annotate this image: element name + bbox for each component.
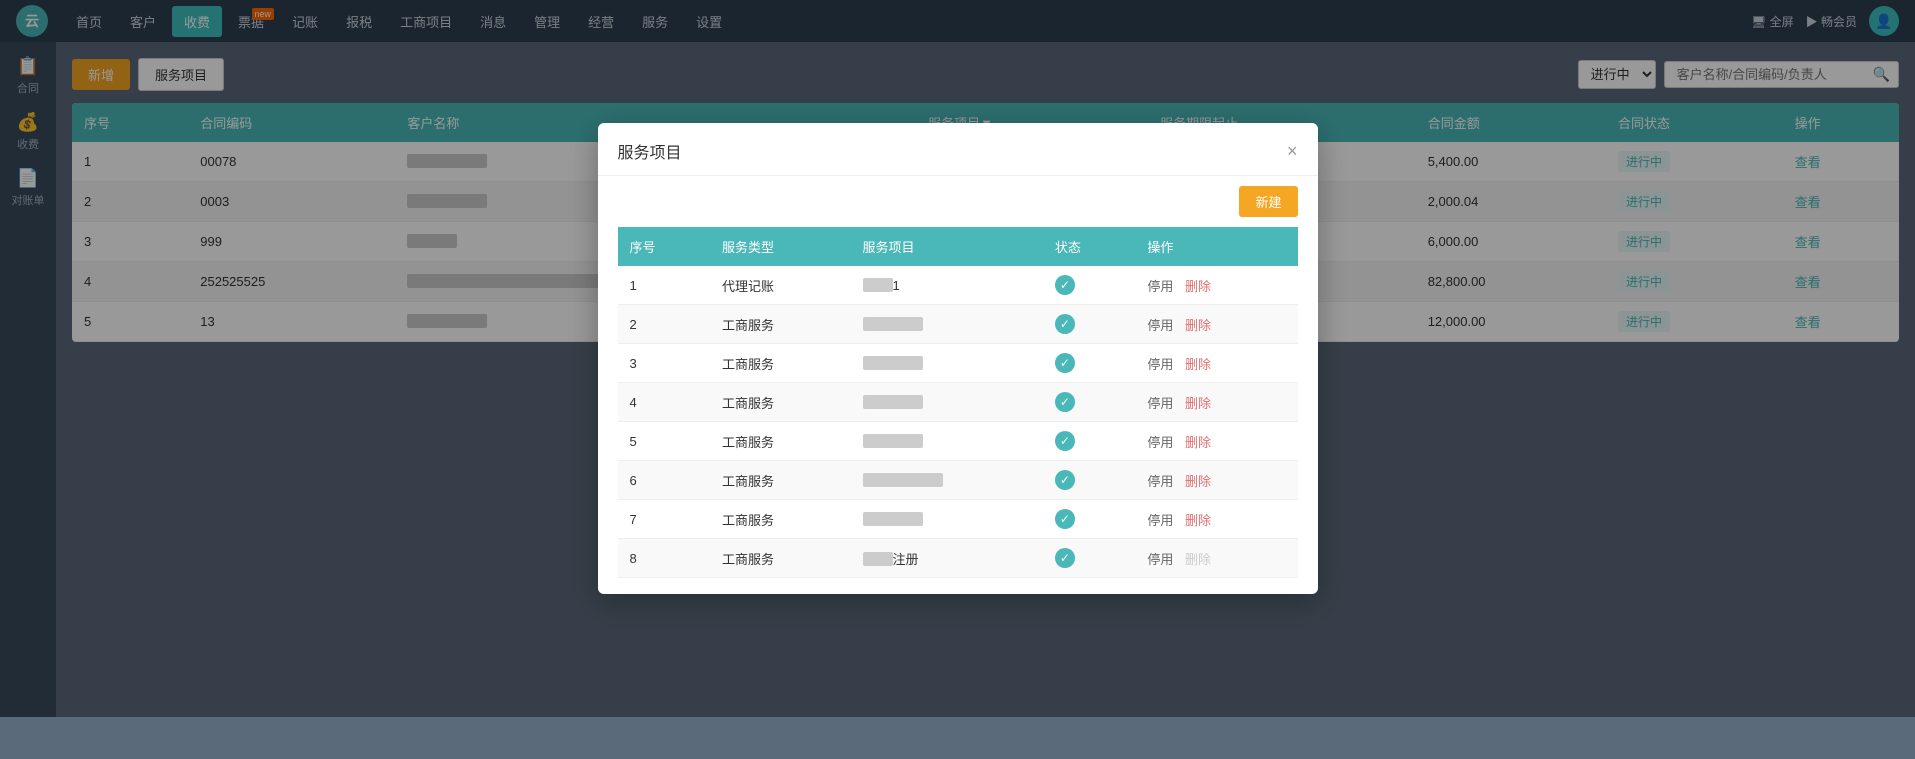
delete-button[interactable]: 删除 xyxy=(1185,396,1211,411)
modal-cell-item: 1 xyxy=(851,266,1043,305)
modal-cell-action: 停用 删除 xyxy=(1135,344,1297,383)
modal-cell-status: ✓ xyxy=(1043,500,1135,539)
modal-table-row: 5 工商服务 ✓ 停用 删除 xyxy=(618,422,1298,461)
modal-col-seq: 序号 xyxy=(618,227,710,266)
modal-cell-action: 停用 删除 xyxy=(1135,305,1297,344)
stop-button[interactable]: 停用 xyxy=(1147,552,1173,567)
modal-cell-action: 停用 删除 xyxy=(1135,422,1297,461)
delete-button[interactable]: 删除 xyxy=(1185,318,1211,333)
modal-cell-status: ✓ xyxy=(1043,422,1135,461)
modal-cell-status: ✓ xyxy=(1043,305,1135,344)
delete-button[interactable]: 删除 xyxy=(1185,474,1211,489)
modal-cell-status: ✓ xyxy=(1043,383,1135,422)
modal-cell-item xyxy=(851,344,1043,383)
modal-cell-type: 工商服务 xyxy=(710,461,851,500)
modal-col-status: 状态 xyxy=(1043,227,1135,266)
modal-cell-seq: 4 xyxy=(618,383,710,422)
modal-cell-type: 工商服务 xyxy=(710,305,851,344)
stop-button[interactable]: 停用 xyxy=(1147,396,1173,411)
modal-cell-seq: 7 xyxy=(618,500,710,539)
modal-cell-type: 工商服务 xyxy=(710,500,851,539)
modal-cell-action: 停用 删除 xyxy=(1135,539,1297,578)
modal-cell-type: 工商服务 xyxy=(710,539,851,578)
modal-col-action: 操作 xyxy=(1135,227,1297,266)
delete-button[interactable]: 删除 xyxy=(1185,357,1211,372)
modal-toolbar: 新建 xyxy=(598,176,1318,227)
delete-button[interactable]: 删除 xyxy=(1185,513,1211,528)
modal-table-row: 6 工商服务 ✓ 停用 删除 xyxy=(618,461,1298,500)
delete-button[interactable]: 删除 xyxy=(1185,552,1211,567)
modal-cell-type: 代理记账 xyxy=(710,266,851,305)
service-item-modal: 服务项目 × 新建 序号 服务类型 服务项目 状态 操作 xyxy=(598,123,1318,594)
modal-table-row: 1 代理记账 1 ✓ 停用 删除 xyxy=(618,266,1298,305)
modal-cell-type: 工商服务 xyxy=(710,344,851,383)
modal-cell-seq: 6 xyxy=(618,461,710,500)
modal-cell-status: ✓ xyxy=(1043,539,1135,578)
modal-cell-seq: 1 xyxy=(618,266,710,305)
delete-button[interactable]: 删除 xyxy=(1185,279,1211,294)
modal-table-row: 3 工商服务 ✓ 停用 删除 xyxy=(618,344,1298,383)
modal-table-row: 2 工商服务 ✓ 停用 删除 xyxy=(618,305,1298,344)
modal-title: 服务项目 xyxy=(618,139,682,163)
modal-cell-type: 工商服务 xyxy=(710,383,851,422)
modal-cell-action: 停用 删除 xyxy=(1135,383,1297,422)
modal-cell-seq: 8 xyxy=(618,539,710,578)
modal-overlay: 服务项目 × 新建 序号 服务类型 服务项目 状态 操作 xyxy=(0,0,1915,717)
modal-table-row: 7 工商服务 ✓ 停用 删除 xyxy=(618,500,1298,539)
delete-button[interactable]: 删除 xyxy=(1185,435,1211,450)
modal-cell-status: ✓ xyxy=(1043,266,1135,305)
modal-cell-seq: 3 xyxy=(618,344,710,383)
service-items-table: 序号 服务类型 服务项目 状态 操作 1 代理记账 1 ✓ 停用 xyxy=(618,227,1298,578)
stop-button[interactable]: 停用 xyxy=(1147,474,1173,489)
stop-button[interactable]: 停用 xyxy=(1147,435,1173,450)
modal-cell-status: ✓ xyxy=(1043,344,1135,383)
modal-table-row: 4 工商服务 ✓ 停用 删除 xyxy=(618,383,1298,422)
modal-header: 服务项目 × xyxy=(598,123,1318,176)
modal-cell-item xyxy=(851,500,1043,539)
modal-cell-action: 停用 删除 xyxy=(1135,461,1297,500)
modal-cell-action: 停用 删除 xyxy=(1135,266,1297,305)
modal-col-type: 服务类型 xyxy=(710,227,851,266)
modal-cell-status: ✓ xyxy=(1043,461,1135,500)
stop-button[interactable]: 停用 xyxy=(1147,513,1173,528)
stop-button[interactable]: 停用 xyxy=(1147,357,1173,372)
modal-cell-type: 工商服务 xyxy=(710,422,851,461)
modal-cell-action: 停用 删除 xyxy=(1135,500,1297,539)
stop-button[interactable]: 停用 xyxy=(1147,279,1173,294)
modal-new-button[interactable]: 新建 xyxy=(1239,186,1297,217)
modal-cell-item xyxy=(851,383,1043,422)
modal-cell-item xyxy=(851,461,1043,500)
modal-close-button[interactable]: × xyxy=(1287,142,1298,160)
stop-button[interactable]: 停用 xyxy=(1147,318,1173,333)
modal-table-row: 8 工商服务 注册 ✓ 停用 删除 xyxy=(618,539,1298,578)
modal-cell-seq: 2 xyxy=(618,305,710,344)
modal-cell-item: 注册 xyxy=(851,539,1043,578)
modal-cell-seq: 5 xyxy=(618,422,710,461)
modal-cell-item xyxy=(851,305,1043,344)
modal-body: 序号 服务类型 服务项目 状态 操作 1 代理记账 1 ✓ 停用 xyxy=(598,227,1318,594)
modal-cell-item xyxy=(851,422,1043,461)
modal-col-item: 服务项目 xyxy=(851,227,1043,266)
